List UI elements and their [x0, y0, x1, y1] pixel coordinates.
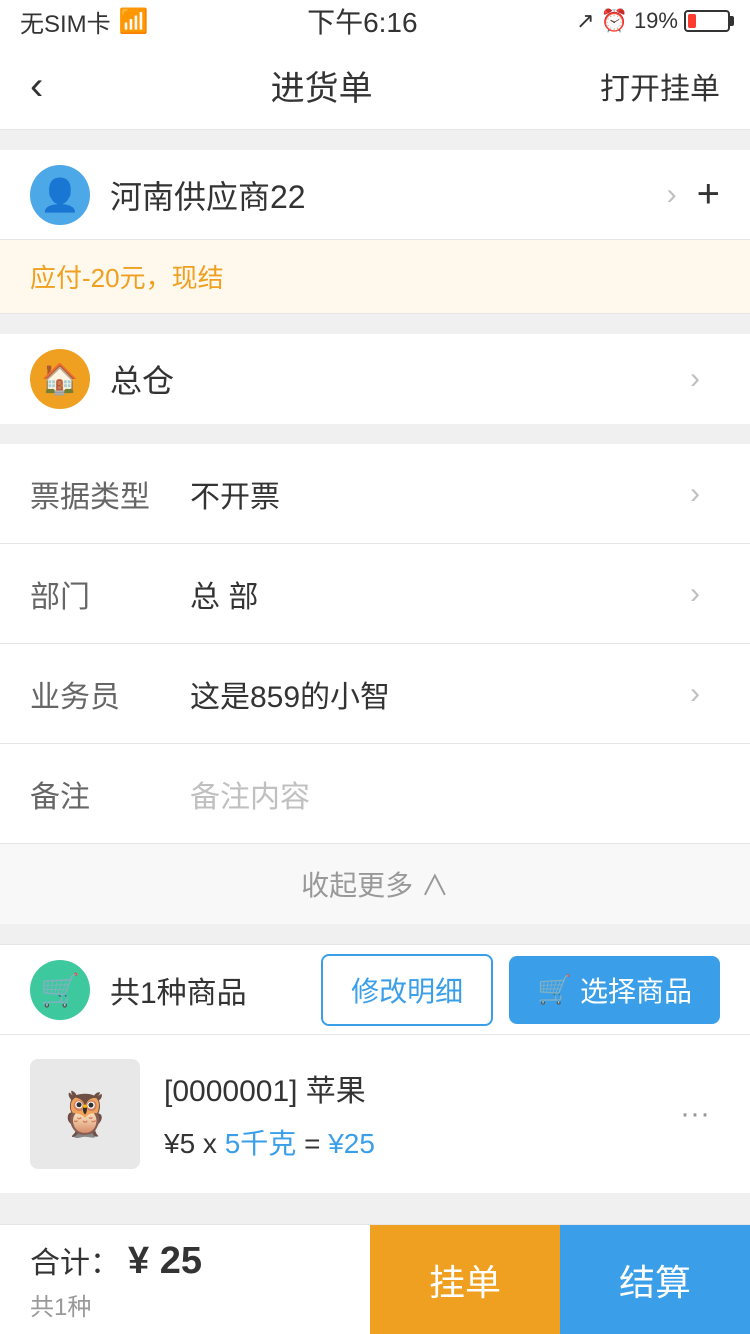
price-unit: ¥5 x: [164, 1128, 225, 1159]
remark-input[interactable]: 备注内容: [170, 772, 720, 816]
supplier-avatar: 👤: [30, 165, 90, 225]
product-icon-wrap: 🛒: [30, 960, 90, 1020]
product-thumbnail: 🦉: [30, 1059, 140, 1169]
select-product-label: 选择商品: [580, 970, 692, 1010]
status-right: ↗ ⏰ 19%: [576, 8, 730, 34]
page-title: 进货单: [271, 61, 373, 110]
select-product-button[interactable]: 🛒 选择商品: [509, 956, 720, 1024]
product-price: ¥5 x 5千克 = ¥25: [164, 1122, 670, 1162]
collapse-button[interactable]: 收起更多 ∧: [0, 844, 750, 924]
owl-placeholder: 🦉: [58, 1088, 113, 1140]
remark-row[interactable]: 备注 备注内容: [0, 744, 750, 844]
total-amount: ¥ 25: [128, 1240, 202, 1283]
separator-1: [0, 130, 750, 150]
modify-detail-button[interactable]: 修改明细: [321, 954, 493, 1026]
status-time: 下午6:16: [307, 1, 418, 41]
footer: 合计： ¥ 25 共1种 挂单 结算: [0, 1224, 750, 1334]
product-name: [0000001] 苹果: [164, 1066, 670, 1110]
battery-label: 19%: [634, 8, 678, 34]
salesperson-value: 这是859的小智: [170, 672, 690, 716]
product-icon: 🛒: [40, 971, 80, 1009]
supplier-notice: 应付-20元，现结: [0, 240, 750, 314]
chevron-right-dept-icon: ›: [690, 577, 700, 611]
collapse-label: 收起更多 ∧: [301, 864, 449, 904]
salesperson-row[interactable]: 业务员 这是859的小智 ›: [0, 644, 750, 744]
status-bar: 无SIM卡 📶 下午6:16 ↗ ⏰ 19%: [0, 0, 750, 42]
open-pending-button[interactable]: 打开挂单: [600, 64, 720, 108]
total-symbol: ¥: [128, 1240, 149, 1282]
product-more-button[interactable]: ···: [670, 1087, 720, 1141]
warehouse-row[interactable]: 🏠 总仓 ›: [0, 334, 750, 424]
alarm-icon: ⏰: [601, 8, 628, 34]
add-button[interactable]: +: [697, 172, 720, 217]
price-eq: =: [304, 1128, 328, 1159]
price-qty: 5千克: [225, 1128, 297, 1159]
settle-button[interactable]: 结算: [560, 1225, 750, 1334]
supplier-name: 河南供应商22: [110, 172, 667, 218]
department-row[interactable]: 部门 总 部 ›: [0, 544, 750, 644]
back-button[interactable]: ‹: [30, 66, 43, 106]
invoice-type-row[interactable]: 票据类型 不开票 ›: [0, 444, 750, 544]
department-value: 总 部: [170, 572, 690, 616]
chevron-right-invoice-icon: ›: [690, 477, 700, 511]
supplier-row[interactable]: 👤 河南供应商22 › +: [0, 150, 750, 240]
avatar-icon: 👤: [40, 176, 80, 214]
footer-count: 共1种: [30, 1287, 340, 1322]
separator-2: [0, 314, 750, 334]
chevron-right-icon: ›: [667, 178, 677, 212]
nav-bar: ‹ 进货单 打开挂单: [0, 42, 750, 130]
total-value: 25: [160, 1240, 202, 1282]
product-header: 🛒 共1种商品 修改明细 🛒 选择商品: [0, 944, 750, 1034]
supplier-section: 👤 河南供应商22 › + 应付-20元，现结: [0, 150, 750, 314]
status-left: 无SIM卡 📶: [20, 4, 149, 39]
chevron-right-warehouse-icon: ›: [690, 362, 700, 396]
product-info: [0000001] 苹果 ¥5 x 5千克 = ¥25: [164, 1066, 670, 1162]
form-section: 票据类型 不开票 › 部门 总 部 › 业务员 这是859的小智 › 备注 备注…: [0, 444, 750, 844]
wifi-icon: 📶: [119, 7, 149, 36]
warehouse-icon-wrap: 🏠: [30, 349, 90, 409]
total-label: 合计：: [30, 1238, 120, 1282]
location-icon: ↗: [576, 8, 594, 34]
product-count: 共1种商品: [110, 968, 321, 1012]
total-row: 合计： ¥ 25: [30, 1238, 340, 1283]
separator-3: [0, 424, 750, 444]
invoice-type-value: 不开票: [170, 472, 690, 516]
salesperson-label: 业务员: [30, 672, 170, 716]
select-product-icon: 🛒: [537, 973, 572, 1006]
separator-4: [0, 924, 750, 944]
owl-icon: 🦉: [58, 1088, 113, 1140]
footer-total: 合计： ¥ 25 共1种: [0, 1238, 370, 1322]
pending-button[interactable]: 挂单: [370, 1225, 560, 1334]
sim-label: 无SIM卡: [20, 4, 111, 39]
battery-icon: [684, 10, 730, 32]
department-label: 部门: [30, 572, 170, 616]
remark-label: 备注: [30, 772, 170, 816]
product-code: [0000001] 苹果: [164, 1075, 366, 1108]
price-total: ¥25: [328, 1128, 375, 1159]
warehouse-icon: 🏠: [41, 362, 78, 397]
chevron-right-sales-icon: ›: [690, 677, 700, 711]
invoice-type-label: 票据类型: [30, 472, 170, 516]
warehouse-section: 🏠 总仓 ›: [0, 334, 750, 424]
product-item: 🦉 [0000001] 苹果 ¥5 x 5千克 = ¥25 ···: [0, 1034, 750, 1193]
warehouse-name: 总仓: [110, 356, 690, 402]
